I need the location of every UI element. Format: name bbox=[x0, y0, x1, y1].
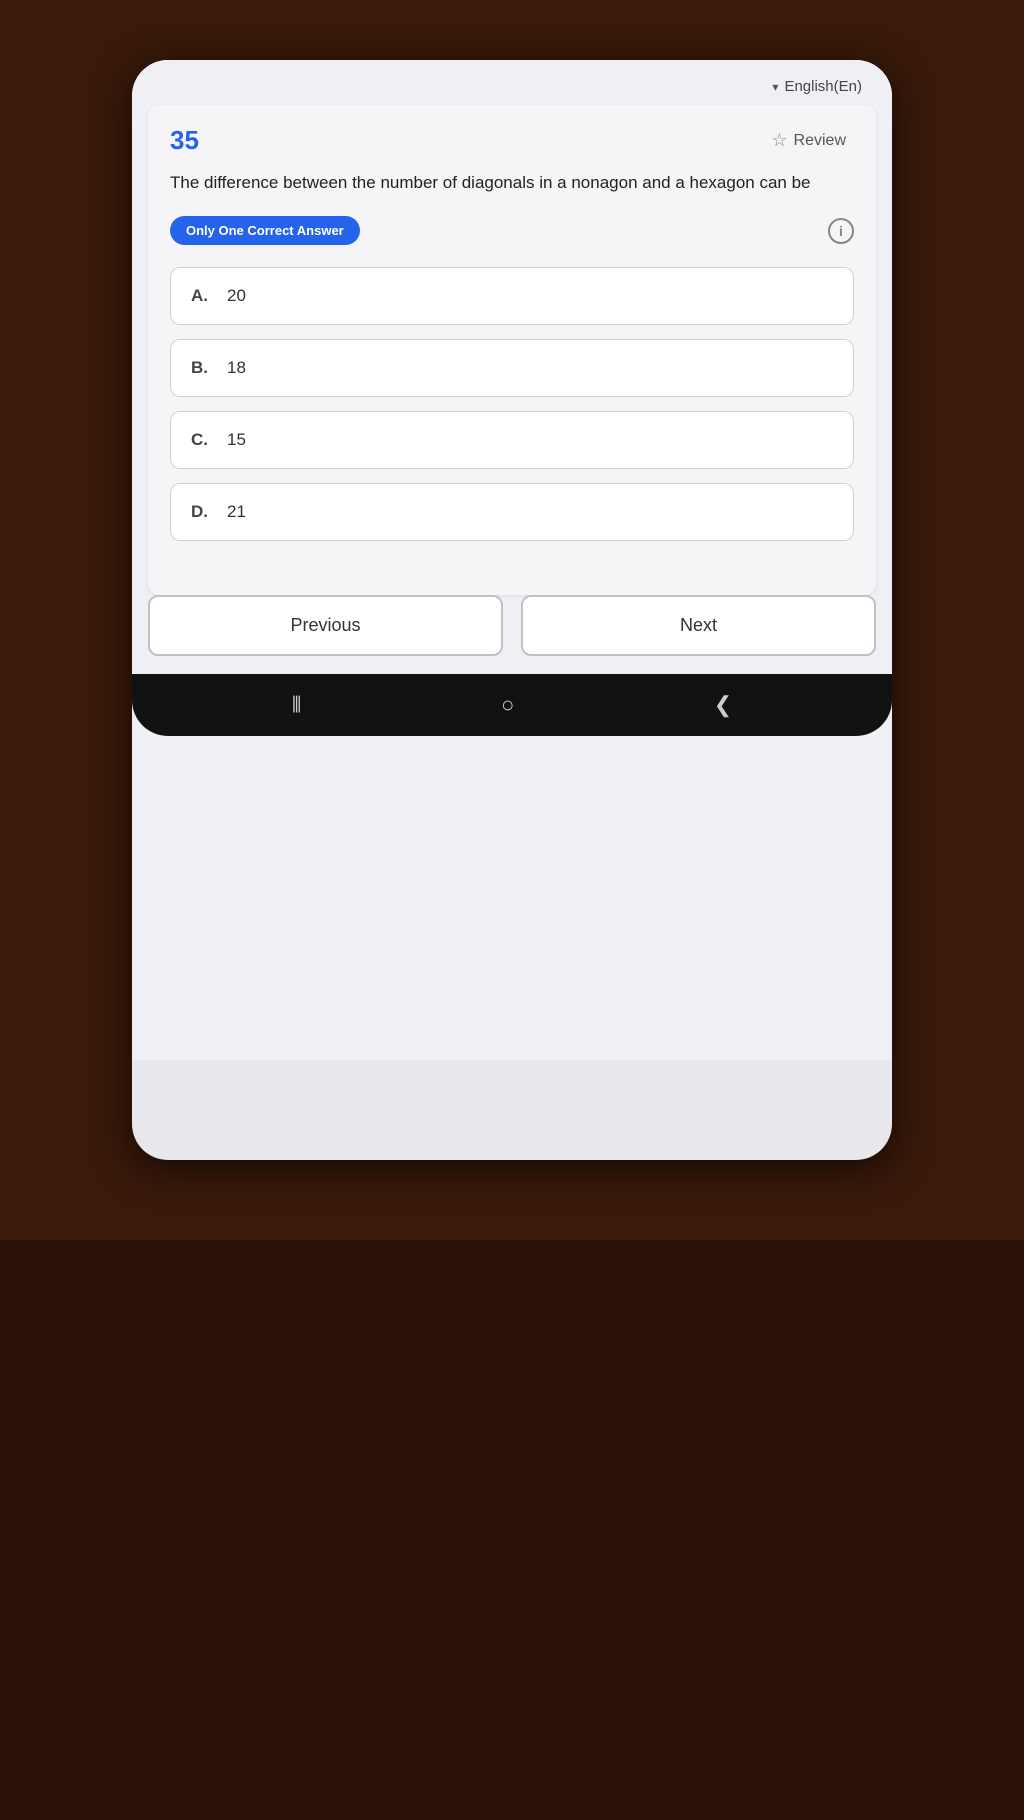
android-nav-bar: ⦀ ○ ❮ bbox=[132, 674, 892, 736]
recents-button[interactable]: ⦀ bbox=[276, 688, 318, 722]
star-icon: ☆ bbox=[771, 130, 787, 151]
option-d-label: D. bbox=[191, 502, 213, 522]
question-header: 35 ☆ Review bbox=[170, 125, 854, 156]
previous-button[interactable]: Previous bbox=[148, 595, 503, 656]
home-icon: ○ bbox=[501, 692, 514, 717]
option-d-value: 21 bbox=[227, 502, 246, 522]
home-button[interactable]: ○ bbox=[485, 688, 530, 722]
question-number: 35 bbox=[170, 125, 199, 156]
screen: ▾ English(En) 35 ☆ Review The difference… bbox=[132, 60, 892, 1060]
review-label: Review bbox=[794, 132, 846, 150]
only-one-badge: Only One Correct Answer bbox=[170, 216, 360, 245]
option-c-label: C. bbox=[191, 430, 213, 450]
option-a-value: 20 bbox=[227, 286, 246, 306]
option-d[interactable]: D. 21 bbox=[170, 483, 854, 541]
top-bar: ▾ English(En) bbox=[132, 60, 892, 105]
options-list: A. 20 B. 18 C. 15 D. 21 bbox=[170, 267, 854, 541]
info-icon[interactable]: i bbox=[828, 218, 854, 244]
option-a-label: A. bbox=[191, 286, 213, 306]
option-c[interactable]: C. 15 bbox=[170, 411, 854, 469]
option-a[interactable]: A. 20 bbox=[170, 267, 854, 325]
back-button[interactable]: ❮ bbox=[698, 688, 748, 722]
recents-icon: ⦀ bbox=[292, 692, 302, 717]
language-label: English(En) bbox=[784, 78, 862, 95]
phone-frame: ▾ English(En) 35 ☆ Review The difference… bbox=[132, 60, 892, 1160]
back-icon: ❮ bbox=[714, 692, 732, 717]
language-selector[interactable]: ▾ English(En) bbox=[772, 78, 862, 95]
option-b[interactable]: B. 18 bbox=[170, 339, 854, 397]
option-c-value: 15 bbox=[227, 430, 246, 450]
badge-row: Only One Correct Answer i bbox=[170, 216, 854, 245]
option-b-value: 18 bbox=[227, 358, 246, 378]
next-button[interactable]: Next bbox=[521, 595, 876, 656]
chevron-down-icon: ▾ bbox=[772, 80, 778, 94]
nav-row: Previous Next bbox=[148, 595, 876, 656]
review-button[interactable]: ☆ Review bbox=[763, 126, 854, 155]
option-b-label: B. bbox=[191, 358, 213, 378]
question-text: The difference between the number of dia… bbox=[170, 170, 854, 196]
question-card: 35 ☆ Review The difference between the n… bbox=[148, 105, 876, 595]
